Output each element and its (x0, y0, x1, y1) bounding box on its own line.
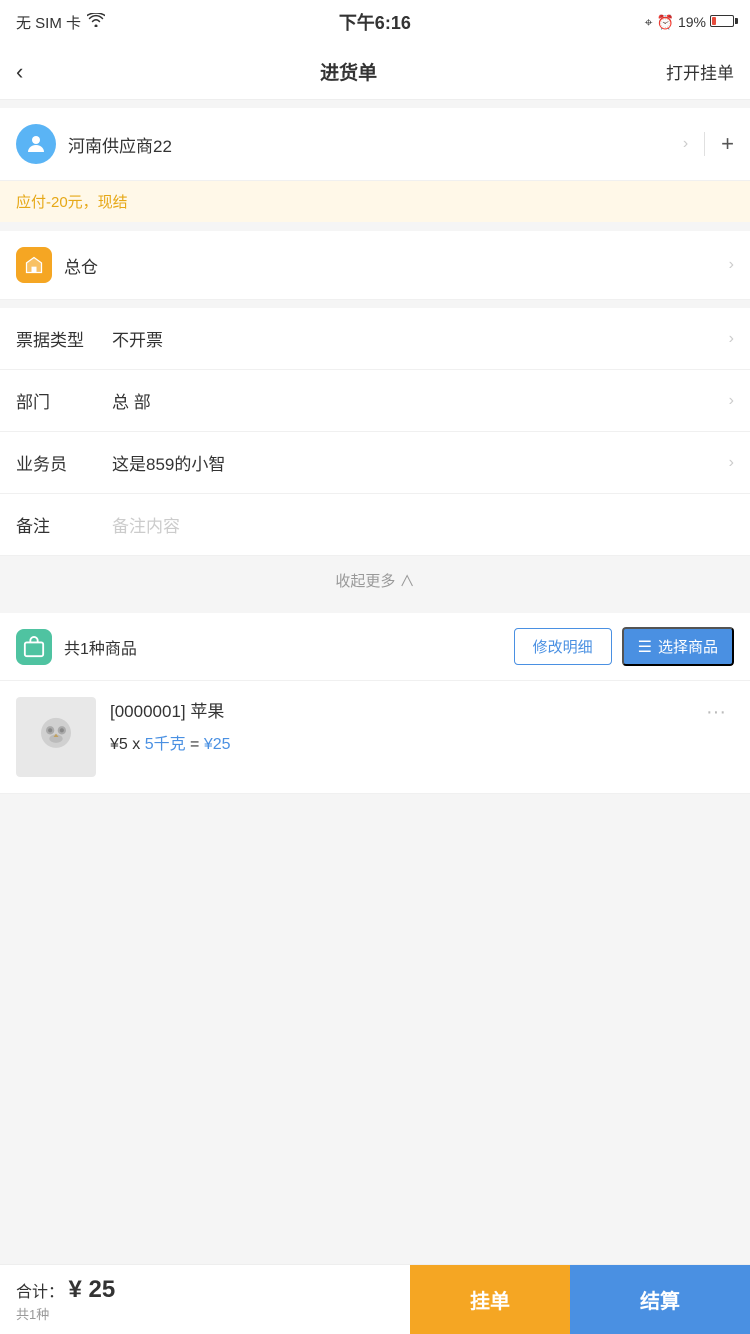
department-value: 总 部 (96, 388, 729, 413)
open-hang-button[interactable]: 打开挂单 (666, 59, 734, 84)
warehouse-icon (16, 247, 52, 283)
warehouse-row[interactable]: 总仓 › (0, 231, 750, 300)
supplier-arrow-icon: › (683, 135, 688, 153)
spacer-2 (0, 223, 750, 231)
footer-amount: 合计： ¥ 25 共1种 (0, 1276, 410, 1323)
salesperson-row[interactable]: 业务员 这是859的小智 › (0, 432, 750, 494)
department-arrow-icon: › (729, 392, 734, 410)
add-supplier-button[interactable]: + (721, 131, 734, 157)
wifi-icon (87, 13, 105, 31)
supplier-name: 河南供应商22 (68, 132, 683, 157)
status-left: 无 SIM 卡 (16, 12, 105, 33)
back-button[interactable]: ‹ (16, 51, 31, 93)
product-item: [0000001] 苹果 ¥5 x 5千克 = ¥25 ··· (0, 681, 750, 794)
battery-percent: 19% (678, 14, 706, 30)
remark-label: 备注 (16, 512, 96, 537)
notice-text: 应付-20元，现结 (16, 194, 128, 211)
select-product-button[interactable]: ☰ 选择商品 (622, 627, 734, 666)
battery-icon (710, 14, 734, 30)
spacer-1 (0, 100, 750, 108)
invoice-type-row[interactable]: 票据类型 不开票 › (0, 308, 750, 370)
carrier-label: 无 SIM 卡 (16, 12, 81, 33)
product-more-button[interactable]: ··· (698, 697, 734, 728)
product-price: ¥5 x 5千克 = ¥25 (110, 730, 698, 754)
status-bar: 无 SIM 卡 下午6:16 ⌖ ⏰ 19% (0, 0, 750, 44)
warehouse-section: 总仓 › (0, 231, 750, 300)
collapse-bar[interactable]: 收起更多 ∧ (0, 556, 750, 605)
collapse-label: 收起更多 ∧ (335, 573, 414, 590)
products-header: 共1种商品 修改明细 ☰ 选择商品 (0, 613, 750, 681)
salesperson-label: 业务员 (16, 450, 96, 475)
remark-row[interactable]: 备注 备注内容 (0, 494, 750, 556)
notice-bar: 应付-20元，现结 (0, 181, 750, 223)
department-label: 部门 (16, 388, 96, 413)
supplier-divider (704, 132, 705, 156)
spacer-3 (0, 300, 750, 308)
select-product-icon: ☰ (638, 637, 652, 657)
warehouse-arrow-icon: › (729, 256, 734, 274)
products-icon (16, 629, 52, 665)
product-name: [0000001] 苹果 (110, 697, 698, 722)
supplier-row[interactable]: 河南供应商22 › + (0, 108, 750, 181)
supplier-section: 河南供应商22 › + 应付-20元，现结 (0, 108, 750, 223)
product-id: [0000001] (110, 702, 190, 721)
page-title: 进货单 (320, 58, 377, 85)
hang-button[interactable]: 挂单 (410, 1265, 570, 1334)
footer-sub-label: 共1种 (16, 1304, 394, 1323)
footer-total-row: 合计： ¥ 25 (16, 1276, 394, 1304)
product-info: [0000001] 苹果 ¥5 x 5千克 = ¥25 (110, 697, 698, 754)
quantity: 5千克 (145, 736, 186, 753)
invoice-type-arrow-icon: › (729, 330, 734, 348)
nav-bar: ‹ 进货单 打开挂单 (0, 44, 750, 100)
footer: 合计： ¥ 25 共1种 挂单 结算 (0, 1264, 750, 1334)
location-icon: ⌖ (645, 14, 653, 31)
settle-button[interactable]: 结算 (570, 1265, 750, 1334)
edit-detail-button[interactable]: 修改明细 (514, 628, 612, 665)
warehouse-name: 总仓 (64, 253, 729, 278)
footer-total-value: ¥ 25 (68, 1276, 115, 1303)
unit-price: ¥5 x (110, 736, 145, 753)
remark-value[interactable]: 备注内容 (96, 512, 734, 537)
alarm-icon: ⏰ (657, 14, 674, 31)
supplier-avatar (16, 124, 56, 164)
footer-spacer (0, 794, 750, 874)
price-equals: = (190, 736, 204, 753)
spacer-4 (0, 605, 750, 613)
product-title: 苹果 (190, 702, 224, 721)
salesperson-value: 这是859的小智 (96, 450, 729, 475)
salesperson-arrow-icon: › (729, 454, 734, 472)
status-right: ⌖ ⏰ 19% (645, 14, 734, 31)
invoice-type-label: 票据类型 (16, 326, 96, 351)
department-row[interactable]: 部门 总 部 › (0, 370, 750, 432)
invoice-type-value: 不开票 (96, 326, 729, 351)
products-section: 共1种商品 修改明细 ☰ 选择商品 (0, 613, 750, 794)
products-count: 共1种商品 (64, 635, 514, 659)
total-price: ¥25 (204, 736, 231, 753)
form-section: 票据类型 不开票 › 部门 总 部 › 业务员 这是859的小智 › 备注 备注… (0, 308, 750, 556)
select-product-label: 选择商品 (658, 636, 718, 657)
product-thumbnail (16, 697, 96, 777)
footer-total-label: 合计： (16, 1284, 64, 1301)
status-time: 下午6:16 (339, 9, 411, 35)
